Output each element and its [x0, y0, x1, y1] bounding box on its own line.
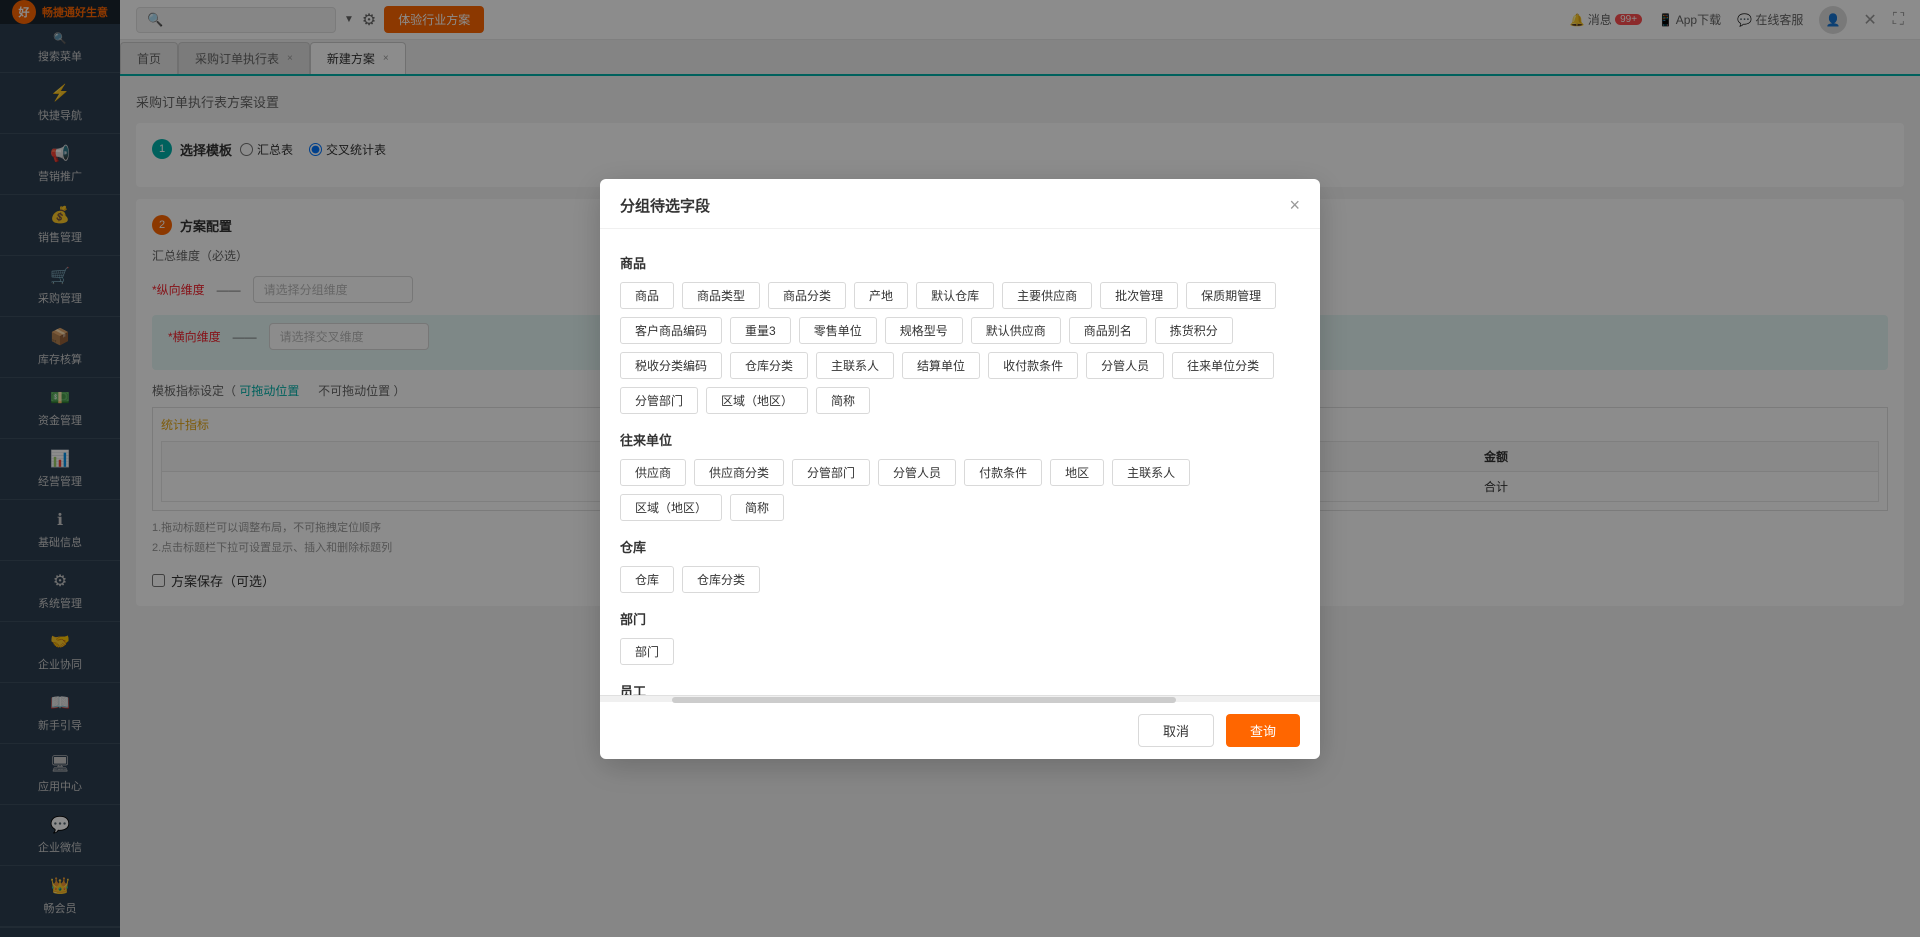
field-abbr2[interactable]: 简称 — [730, 494, 784, 521]
modal-dialog: 分组待选字段 × 商品 商品 商品类型 商品分类 产地 默认仓库 主要供应商 批… — [600, 179, 1320, 759]
section-title-employee: 员工 — [620, 681, 1300, 695]
field-abbr1[interactable]: 简称 — [816, 387, 870, 414]
field-main-contact2[interactable]: 主联系人 — [1112, 459, 1190, 486]
field-managed-dept[interactable]: 分管部门 — [792, 459, 870, 486]
field-partner-category[interactable]: 往来单位分类 — [1172, 352, 1274, 379]
modal-footer: 取消 查询 — [600, 701, 1320, 759]
section-title-partners: 往来单位 — [620, 430, 1300, 449]
field-payment-cond[interactable]: 付款条件 — [964, 459, 1042, 486]
goods-fields: 商品 商品类型 商品分类 产地 默认仓库 主要供应商 批次管理 保质期管理 客户… — [620, 282, 1300, 414]
field-settlement-unit[interactable]: 结算单位 — [902, 352, 980, 379]
scrollbar-thumb — [672, 697, 1176, 703]
field-dept[interactable]: 部门 — [620, 638, 674, 665]
field-goods[interactable]: 商品 — [620, 282, 674, 309]
field-tax-code[interactable]: 税收分类编码 — [620, 352, 722, 379]
field-spec-model[interactable]: 规格型号 — [885, 317, 963, 344]
field-region1[interactable]: 区域（地区） — [706, 387, 808, 414]
field-goods-alias[interactable]: 商品别名 — [1069, 317, 1147, 344]
field-main-contact[interactable]: 主联系人 — [816, 352, 894, 379]
field-weight3[interactable]: 重量3 — [730, 317, 791, 344]
field-customer-code[interactable]: 客户商品编码 — [620, 317, 722, 344]
field-batch-mgmt[interactable]: 批次管理 — [1100, 282, 1178, 309]
field-retail-unit[interactable]: 零售单位 — [799, 317, 877, 344]
field-goods-category[interactable]: 商品分类 — [768, 282, 846, 309]
cancel-button[interactable]: 取消 — [1138, 714, 1214, 747]
field-manager[interactable]: 分管人员 — [1086, 352, 1164, 379]
section-title-dept: 部门 — [620, 609, 1300, 628]
field-dept-managed[interactable]: 分管部门 — [620, 387, 698, 414]
field-pick-points[interactable]: 拣货积分 — [1155, 317, 1233, 344]
field-region2[interactable]: 区域（地区） — [620, 494, 722, 521]
confirm-button[interactable]: 查询 — [1226, 714, 1300, 747]
modal-horizontal-scrollbar[interactable] — [600, 695, 1320, 701]
warehouse-fields: 仓库 仓库分类 — [620, 566, 1300, 593]
modal-close-button[interactable]: × — [1289, 195, 1300, 216]
field-payment-terms[interactable]: 收付款条件 — [988, 352, 1078, 379]
field-managed-person[interactable]: 分管人员 — [878, 459, 956, 486]
modal-overlay: 分组待选字段 × 商品 商品 商品类型 商品分类 产地 默认仓库 主要供应商 批… — [0, 0, 1920, 937]
modal-header: 分组待选字段 × — [600, 179, 1320, 229]
field-goods-type[interactable]: 商品类型 — [682, 282, 760, 309]
field-area[interactable]: 地区 — [1050, 459, 1104, 486]
modal-body: 商品 商品 商品类型 商品分类 产地 默认仓库 主要供应商 批次管理 保质期管理… — [600, 229, 1320, 695]
modal-title: 分组待选字段 — [620, 195, 710, 216]
dept-fields: 部门 — [620, 638, 1300, 665]
field-default-supplier[interactable]: 默认供应商 — [971, 317, 1061, 344]
field-default-warehouse[interactable]: 默认仓库 — [916, 282, 994, 309]
field-shelf-life[interactable]: 保质期管理 — [1186, 282, 1276, 309]
field-warehouse[interactable]: 仓库 — [620, 566, 674, 593]
field-supplier[interactable]: 供应商 — [620, 459, 686, 486]
field-supplier-category[interactable]: 供应商分类 — [694, 459, 784, 486]
field-main-supplier[interactable]: 主要供应商 — [1002, 282, 1092, 309]
field-warehouse-category[interactable]: 仓库分类 — [730, 352, 808, 379]
field-origin[interactable]: 产地 — [854, 282, 908, 309]
section-title-goods: 商品 — [620, 253, 1300, 272]
field-warehouse-cat[interactable]: 仓库分类 — [682, 566, 760, 593]
section-title-warehouse: 仓库 — [620, 537, 1300, 556]
partners-fields: 供应商 供应商分类 分管部门 分管人员 付款条件 地区 主联系人 区域（地区） … — [620, 459, 1300, 521]
